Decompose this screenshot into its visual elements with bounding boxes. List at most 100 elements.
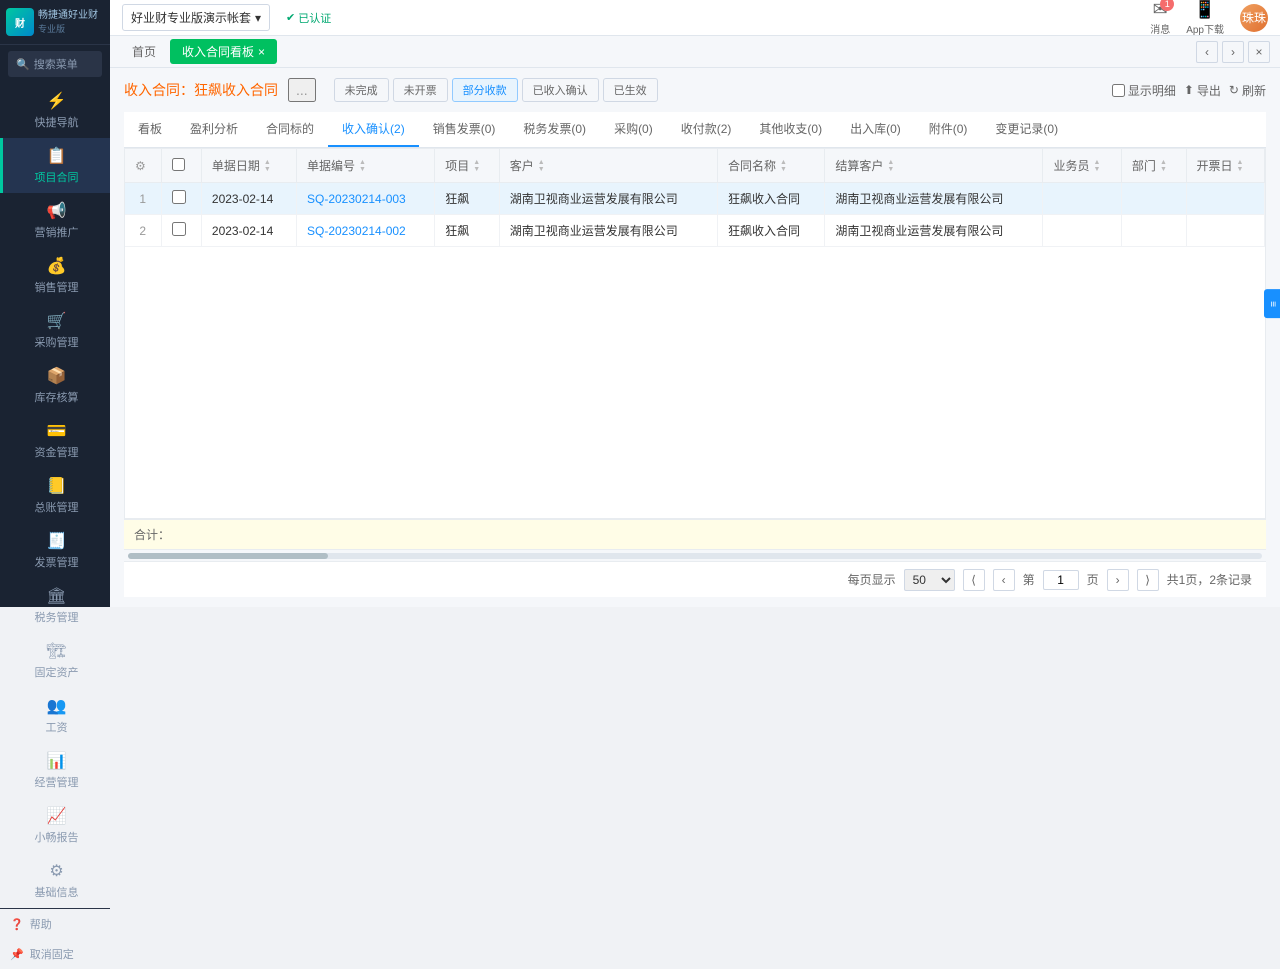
inventory-icon: 📦 [47, 366, 67, 386]
next-page-button[interactable]: › [1107, 569, 1129, 591]
last-page-button[interactable]: ⟩ [1137, 569, 1159, 591]
row-number-link[interactable]: SQ-20230214-002 [307, 224, 406, 238]
status-btn-已生效[interactable]: 已生效 [603, 78, 658, 102]
per-page-select[interactable]: 50 20 100 [904, 569, 955, 591]
user-avatar[interactable]: 珠珠 [1240, 4, 1268, 32]
sidebar-item-invoice[interactable]: 🧾发票管理 [0, 523, 110, 578]
sidebar-item-quick-nav[interactable]: ⚡ 快捷导航 [0, 83, 110, 138]
sub-tab-采购[interactable]: 采购(0) [600, 112, 667, 147]
settings-icon[interactable]: ⚙ [135, 159, 146, 173]
message-button[interactable]: ✉ 1 消息 [1150, 0, 1170, 36]
sub-tab-收入确认[interactable]: 收入确认(2) [328, 112, 419, 147]
page-input[interactable] [1043, 570, 1079, 590]
status-btn-未完成[interactable]: 未完成 [334, 78, 389, 102]
status-btn-未开票[interactable]: 未开票 [393, 78, 448, 102]
sidebar-item-assets[interactable]: 🏗固定资产 [0, 633, 110, 688]
table-row[interactable]: 2 2023-02-14 SQ-20230214-002 狂飙 湖南卫视商业运营… [125, 215, 1265, 247]
sort-icon-open_date[interactable]: ▲▼ [1237, 159, 1244, 173]
tab-home[interactable]: 首页 [120, 38, 168, 65]
col-header-open_date[interactable]: 开票日▲▼ [1186, 149, 1265, 183]
row-checkbox[interactable] [172, 190, 186, 204]
app-download-button[interactable]: 📱 App下载 [1186, 0, 1224, 36]
first-page-button[interactable]: ⟨ [963, 569, 985, 591]
row-customer: 湖南卫视商业运营发展有限公司 [499, 215, 717, 247]
row-checkbox[interactable] [172, 222, 186, 236]
col-header-customer[interactable]: 客户▲▼ [499, 149, 717, 183]
sub-tab-合同标的[interactable]: 合同标的 [252, 112, 328, 147]
tab-bar: 首页 收入合同看板 × ‹ › × [110, 36, 1280, 68]
marketing-icon: 📢 [47, 201, 67, 221]
col-header-contract_name[interactable]: 合同名称▲▼ [717, 149, 824, 183]
right-panel-button[interactable]: ≡ [1264, 289, 1280, 319]
sidebar-item-project[interactable]: 📋项目合同 [0, 138, 110, 193]
sub-tab-附件[interactable]: 附件(0) [915, 112, 982, 147]
col-header-project[interactable]: 项目▲▼ [435, 149, 500, 183]
sub-tab-盈利分析[interactable]: 盈利分析 [176, 112, 252, 147]
contract-title: 收入合同：狂飙收入合同 [124, 80, 278, 100]
sidebar-item-inventory[interactable]: 📦库存核算 [0, 358, 110, 413]
sub-tab-收付款[interactable]: 收付款(2) [667, 112, 746, 147]
sort-icon-project[interactable]: ▲▼ [473, 159, 480, 173]
sort-icon-salesperson[interactable]: ▲▼ [1094, 159, 1101, 173]
page-unit: 页 [1087, 571, 1099, 588]
tab-next-button[interactable]: › [1222, 41, 1244, 63]
row-result-customer: 湖南卫视商业运营发展有限公司 [825, 215, 1043, 247]
sidebar-item-base[interactable]: ⚙基础信息 [0, 853, 110, 908]
row-number-link[interactable]: SQ-20230214-003 [307, 192, 406, 206]
horizontal-scrollbar[interactable] [124, 549, 1266, 561]
export-button[interactable]: ⬆ 导出 [1184, 82, 1221, 99]
status-btn-已收入确认[interactable]: 已收入确认 [522, 78, 599, 102]
sort-icon-contract_name[interactable]: ▲▼ [780, 159, 787, 173]
sidebar-item-purchase[interactable]: 🛒采购管理 [0, 303, 110, 358]
refresh-button[interactable]: ↻ 刷新 [1229, 82, 1266, 99]
sort-icon-customer[interactable]: ▲▼ [538, 159, 545, 173]
row-open-date [1186, 215, 1265, 247]
sort-icon-date[interactable]: ▲▼ [264, 159, 271, 173]
sort-icon-result_customer[interactable]: ▲▼ [887, 159, 894, 173]
company-selector[interactable]: 好业财专业版演示帐套 ▾ [122, 4, 270, 31]
col-header-result_customer[interactable]: 结算客户▲▼ [825, 149, 1043, 183]
sub-tab-销售发票[interactable]: 销售发票(0) [419, 112, 510, 147]
status-btn-部分收款[interactable]: 部分收款 [452, 78, 518, 102]
sub-tab-变更记录[interactable]: 变更记录(0) [981, 112, 1072, 147]
tab-close-icon[interactable]: × [258, 45, 265, 59]
sidebar-bottom-unpin[interactable]: 📌 取消固定 [0, 939, 110, 969]
select-all-checkbox[interactable] [172, 158, 185, 171]
row-project: 狂飙 [435, 215, 500, 247]
show-detail-checkbox[interactable]: 显示明细 [1112, 82, 1176, 99]
data-table: ⚙ 单据日期▲▼单据编号▲▼项目▲▼客户▲▼合同名称▲▼结算客户▲▼业务员▲▼部门… [124, 148, 1266, 519]
sort-icon-department[interactable]: ▲▼ [1160, 159, 1167, 173]
sidebar-item-tax[interactable]: 🏛税务管理 [0, 578, 110, 633]
contract-header: 收入合同：狂飙收入合同 ... 未完成未开票部分收款已收入确认已生效 显示明细 … [124, 78, 1266, 102]
sidebar-bottom-help[interactable]: ❓ 帮助 [0, 909, 110, 939]
message-badge: 1 [1160, 0, 1174, 11]
sidebar-item-general[interactable]: 📒总账管理 [0, 468, 110, 523]
tab-close-button[interactable]: × [1248, 41, 1270, 63]
col-header-date[interactable]: 单据日期▲▼ [201, 149, 296, 183]
col-header-salesperson[interactable]: 业务员▲▼ [1043, 149, 1121, 183]
row-salesperson [1043, 183, 1121, 215]
sort-icon-number[interactable]: ▲▼ [359, 159, 366, 173]
row-department [1121, 183, 1186, 215]
sub-tab-税务发票[interactable]: 税务发票(0) [509, 112, 600, 147]
sidebar-item-hr[interactable]: 👥工资 [0, 688, 110, 743]
sidebar-item-sales[interactable]: 💰销售管理 [0, 248, 110, 303]
col-header-department[interactable]: 部门▲▼ [1121, 149, 1186, 183]
sidebar-item-biz[interactable]: 📊经营管理 [0, 743, 110, 798]
tax-icon: 🏛 [46, 586, 66, 606]
tab-prev-button[interactable]: ‹ [1196, 41, 1218, 63]
sidebar-item-report[interactable]: 📈小畅报告 [0, 798, 110, 853]
row-date: 2023-02-14 [201, 183, 296, 215]
col-header-number[interactable]: 单据编号▲▼ [296, 149, 434, 183]
tab-income-contract[interactable]: 收入合同看板 × [170, 39, 277, 64]
more-button[interactable]: ... [288, 78, 316, 102]
search-menu-button[interactable]: 🔍 搜索菜单 [8, 51, 102, 77]
row-checkbox-cell [161, 183, 201, 215]
sub-tab-其他收支[interactable]: 其他收支(0) [745, 112, 836, 147]
sub-tab-出入库[interactable]: 出入库(0) [836, 112, 915, 147]
prev-page-button[interactable]: ‹ [993, 569, 1015, 591]
sub-tab-看板[interactable]: 看板 [124, 112, 176, 147]
sidebar-item-marketing[interactable]: 📢营销推广 [0, 193, 110, 248]
sidebar-item-capital[interactable]: 💳资金管理 [0, 413, 110, 468]
table-row[interactable]: 1 2023-02-14 SQ-20230214-003 狂飙 湖南卫视商业运营… [125, 183, 1265, 215]
